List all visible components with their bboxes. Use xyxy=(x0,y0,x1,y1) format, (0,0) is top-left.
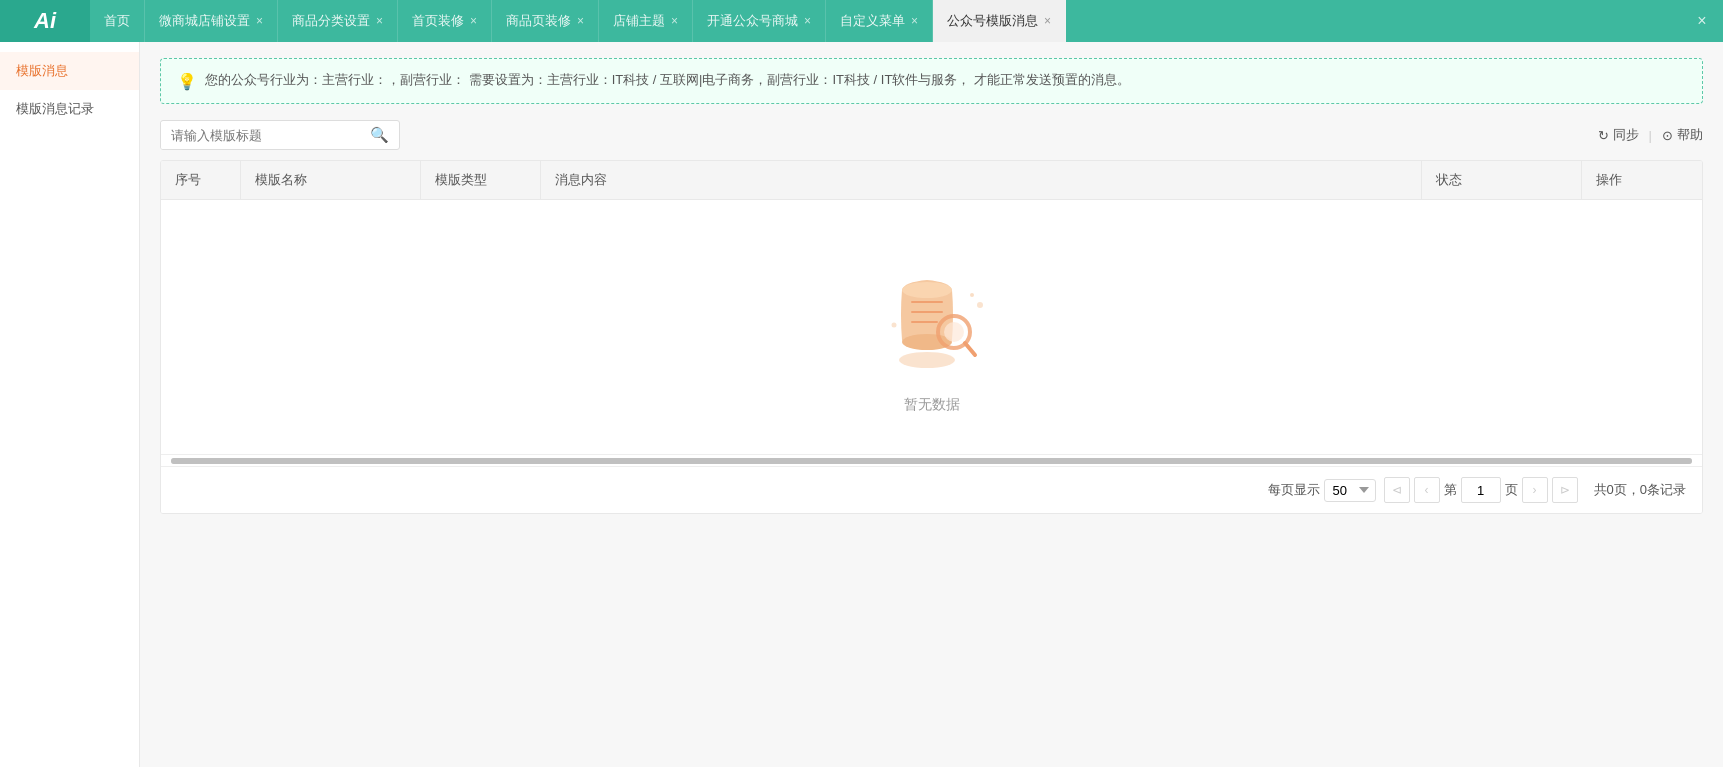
page-size-label: 每页显示 xyxy=(1268,481,1320,499)
tab-close-icon[interactable]: × xyxy=(376,14,383,28)
table-column-header: 模版类型 xyxy=(421,161,541,199)
top-nav: Ai 首页微商城店铺设置×商品分类设置×首页装修×商品页装修×店铺主题×开通公众… xyxy=(0,0,1723,42)
nav-tab[interactable]: 店铺主题 × xyxy=(599,0,693,42)
search-box: 🔍 xyxy=(160,120,400,150)
content-area: 💡 您的公众号行业为：主营行业：，副营行业： 需要设置为：主营行业：IT科技 /… xyxy=(140,42,1723,767)
table-column-header: 序号 xyxy=(161,161,241,199)
tab-close-icon[interactable]: × xyxy=(577,14,584,28)
nav-tab[interactable]: 微商城店铺设置 × xyxy=(145,0,278,42)
tab-close-icon[interactable]: × xyxy=(671,14,678,28)
nav-tab-label: 开通公众号商城 xyxy=(707,12,798,30)
nav-tab-label: 商品页装修 xyxy=(506,12,571,30)
table-column-header: 消息内容 xyxy=(541,161,1422,199)
nav-tab[interactable]: 首页装修 × xyxy=(398,0,492,42)
nav-tab[interactable]: 公众号模版消息 × xyxy=(933,0,1066,42)
main-layout: 模版消息模版消息记录 💡 您的公众号行业为：主营行业：，副营行业： 需要设置为：… xyxy=(0,42,1723,767)
sync-icon: ↻ xyxy=(1598,128,1609,143)
table-column-header: 操作 xyxy=(1582,161,1702,199)
scrollbar-area[interactable] xyxy=(161,454,1702,466)
page-nav: ⊲ ‹ 第 页 › ⊳ xyxy=(1384,477,1578,503)
nav-tab-label: 自定义菜单 xyxy=(840,12,905,30)
nav-tab[interactable]: 自定义菜单 × xyxy=(826,0,933,42)
toolbar-right: ↻ 同步 | ⊙ 帮助 xyxy=(1598,126,1703,144)
table-column-header: 状态 xyxy=(1422,161,1582,199)
svg-point-11 xyxy=(891,323,896,328)
empty-illustration xyxy=(872,260,992,380)
next-page-button[interactable]: › xyxy=(1522,477,1548,503)
sidebar-item[interactable]: 模版消息记录 xyxy=(0,90,139,128)
search-input[interactable] xyxy=(161,122,360,149)
nav-tab-label: 微商城店铺设置 xyxy=(159,12,250,30)
close-all-button[interactable]: × xyxy=(1681,0,1723,42)
tab-close-icon[interactable]: × xyxy=(256,14,263,28)
svg-line-8 xyxy=(965,343,975,355)
tab-close-icon[interactable]: × xyxy=(470,14,477,28)
sync-button[interactable]: ↻ 同步 xyxy=(1598,126,1639,144)
last-page-button[interactable]: ⊳ xyxy=(1552,477,1578,503)
nav-tab[interactable]: 开通公众号商城 × xyxy=(693,0,826,42)
first-page-button[interactable]: ⊲ xyxy=(1384,477,1410,503)
table-column-header: 模版名称 xyxy=(241,161,421,199)
page-label: 第 xyxy=(1444,481,1457,499)
app-logo: Ai xyxy=(0,0,90,42)
notice-icon: 💡 xyxy=(177,72,197,91)
nav-tab-label: 店铺主题 xyxy=(613,12,665,30)
empty-text: 暂无数据 xyxy=(904,396,960,414)
data-table: 序号模版名称模版类型消息内容状态操作 xyxy=(160,160,1703,514)
nav-tab[interactable]: 商品页装修 × xyxy=(492,0,599,42)
nav-tab-label: 首页 xyxy=(104,12,130,30)
sidebar: 模版消息模版消息记录 xyxy=(0,42,140,767)
svg-point-9 xyxy=(970,293,974,297)
tab-close-icon[interactable]: × xyxy=(1044,14,1051,28)
sidebar-item[interactable]: 模版消息 xyxy=(0,52,139,90)
svg-point-2 xyxy=(902,334,952,350)
nav-tab-label: 公众号模版消息 xyxy=(947,12,1038,30)
nav-tab-label: 商品分类设置 xyxy=(292,12,370,30)
scrollbar-thumb[interactable] xyxy=(171,458,1692,464)
notice-highlight: 需要设置为：主营行业：IT科技 / 互联网|电子商务，副营行业：IT科技 / I… xyxy=(469,72,971,87)
notice-suffix: 才能正常发送预置的消息。 xyxy=(974,72,1130,87)
total-info: 共0页，0条记录 xyxy=(1594,481,1686,499)
svg-point-7 xyxy=(944,322,964,342)
toolbar-divider: | xyxy=(1649,128,1652,143)
prev-page-button[interactable]: ‹ xyxy=(1414,477,1440,503)
help-label: 帮助 xyxy=(1677,126,1703,144)
page-number-input[interactable] xyxy=(1461,477,1501,503)
nav-tab[interactable]: 商品分类设置 × xyxy=(278,0,398,42)
nav-tab-label: 首页装修 xyxy=(412,12,464,30)
notice-banner: 💡 您的公众号行业为：主营行业：，副营行业： 需要设置为：主营行业：IT科技 /… xyxy=(160,58,1703,104)
svg-point-1 xyxy=(902,282,952,298)
page-size-select: 每页显示 50 10 20 100 xyxy=(1268,479,1376,502)
search-area: 🔍 ↻ 同步 | ⊙ 帮助 xyxy=(160,120,1703,150)
nav-tabs: 首页微商城店铺设置×商品分类设置×首页装修×商品页装修×店铺主题×开通公众号商城… xyxy=(90,0,1681,42)
pagination: 每页显示 50 10 20 100 ⊲ ‹ 第 页 › ⊳ xyxy=(161,466,1702,513)
nav-tab[interactable]: 首页 xyxy=(90,0,145,42)
table-header: 序号模版名称模版类型消息内容状态操作 xyxy=(161,161,1702,200)
search-button[interactable]: 🔍 xyxy=(360,121,399,149)
help-button[interactable]: ⊙ 帮助 xyxy=(1662,126,1703,144)
tab-close-icon[interactable]: × xyxy=(911,14,918,28)
notice-text: 您的公众号行业为：主营行业：，副营行业： 需要设置为：主营行业：IT科技 / 互… xyxy=(205,71,1130,89)
empty-state: 暂无数据 xyxy=(161,200,1702,454)
notice-prefix: 您的公众号行业为：主营行业：，副营行业： xyxy=(205,72,465,87)
help-icon: ⊙ xyxy=(1662,128,1673,143)
tab-close-icon[interactable]: × xyxy=(804,14,811,28)
scrollbar-track[interactable] xyxy=(171,458,1692,464)
sync-label: 同步 xyxy=(1613,126,1639,144)
svg-point-0 xyxy=(899,352,955,368)
page-unit: 页 xyxy=(1505,481,1518,499)
page-size-dropdown[interactable]: 50 10 20 100 xyxy=(1324,479,1376,502)
svg-point-10 xyxy=(977,302,983,308)
